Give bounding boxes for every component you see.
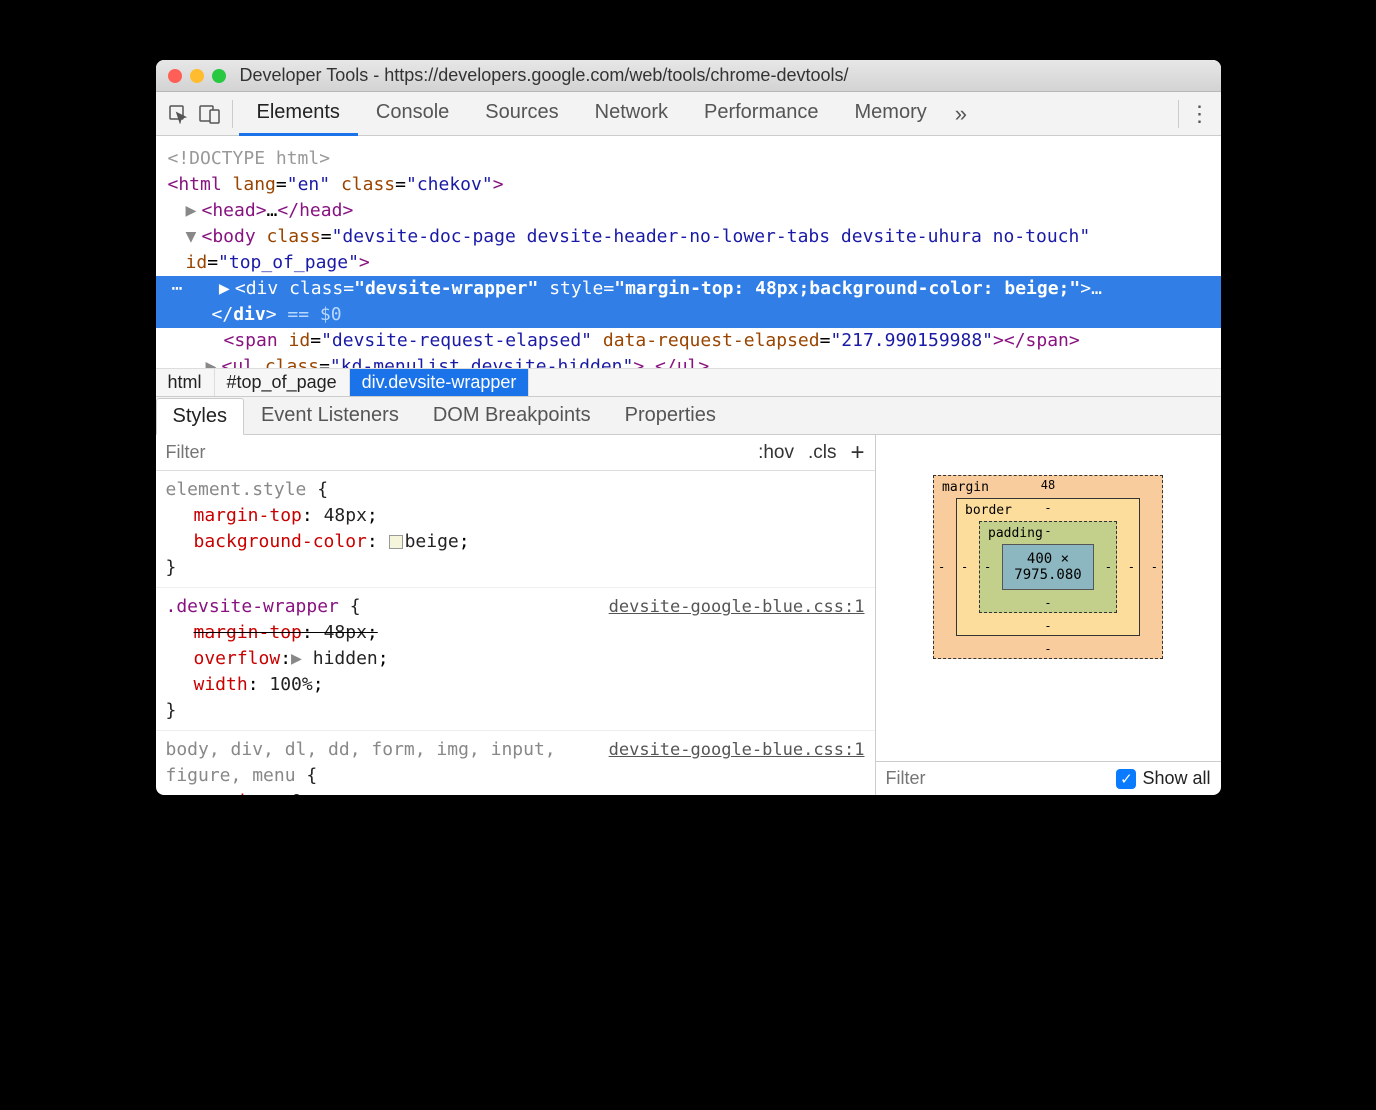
panel-tabs: Elements Console Sources Network Perform… <box>239 92 977 136</box>
hov-toggle[interactable]: :hov <box>758 442 794 464</box>
showall-checkbox[interactable]: ✓ <box>1116 769 1136 789</box>
styles-filter-input[interactable] <box>166 442 286 463</box>
tab-sources[interactable]: Sources <box>467 92 576 136</box>
subtab-styles[interactable]: Styles <box>156 398 244 435</box>
rule-element-style[interactable]: element.style { margin-top: 48px; backgr… <box>156 471 875 588</box>
breadcrumb-selected[interactable]: div.devsite-wrapper <box>350 369 530 396</box>
box-content: 400 × 7975.080 <box>1002 544 1094 590</box>
minimize-icon[interactable] <box>190 69 204 83</box>
source-link[interactable]: devsite-google-blue.css:1 <box>609 594 865 620</box>
separator <box>232 100 233 128</box>
html-open[interactable]: <html lang="en" class="chekov"> <box>168 172 1209 198</box>
tab-network[interactable]: Network <box>577 92 686 136</box>
styles-filter-row: :hov .cls + <box>156 435 875 471</box>
sidebar-tabs: Styles Event Listeners DOM Breakpoints P… <box>156 397 1221 435</box>
subtab-properties[interactable]: Properties <box>608 397 733 434</box>
window-title: Developer Tools - https://developers.goo… <box>240 65 849 86</box>
tabs-overflow-icon[interactable]: » <box>945 101 977 127</box>
tab-elements[interactable]: Elements <box>239 92 358 136</box>
subtab-dom-breakpoints[interactable]: DOM Breakpoints <box>416 397 608 434</box>
traffic-lights <box>168 69 226 83</box>
main-toolbar: Elements Console Sources Network Perform… <box>156 92 1221 136</box>
breadcrumb-body[interactable]: #top_of_page <box>215 369 350 396</box>
new-rule-icon[interactable]: + <box>850 439 864 467</box>
doctype[interactable]: <!DOCTYPE html> <box>168 146 1209 172</box>
computed-filter-input[interactable] <box>886 768 986 789</box>
computed-filter-row: ✓ Show all <box>876 761 1221 795</box>
breadcrumb-html[interactable]: html <box>156 369 215 396</box>
titlebar[interactable]: Developer Tools - https://developers.goo… <box>156 60 1221 92</box>
selected-node[interactable]: ⋯ ▶<div class="devsite-wrapper" style="m… <box>156 276 1221 328</box>
ul-node[interactable]: ▶<ul class="kd-menulist devsite-hidden">… <box>168 354 1209 368</box>
kebab-menu-icon[interactable]: ⋮ <box>1185 101 1215 127</box>
rule-devsite-wrapper[interactable]: devsite-google-blue.css:1 .devsite-wrapp… <box>156 588 875 731</box>
inspect-icon[interactable] <box>162 98 194 130</box>
cls-toggle[interactable]: .cls <box>808 442 837 464</box>
close-icon[interactable] <box>168 69 182 83</box>
breadcrumb: html #top_of_page div.devsite-wrapper <box>156 368 1221 397</box>
separator <box>1178 100 1179 128</box>
styles-pane: :hov .cls + element.style { margin-top: … <box>156 435 876 795</box>
computed-pane: margin 48 - - - border - - - - padding - <box>876 435 1221 795</box>
tab-memory[interactable]: Memory <box>837 92 945 136</box>
color-swatch[interactable] <box>389 535 403 549</box>
rule-reset[interactable]: devsite-google-blue.css:1 body, div, dl,… <box>156 731 875 795</box>
head-node[interactable]: ▶<head>…</head> <box>168 198 1209 224</box>
tab-console[interactable]: Console <box>358 92 467 136</box>
zoom-icon[interactable] <box>212 69 226 83</box>
panes: :hov .cls + element.style { margin-top: … <box>156 435 1221 795</box>
source-link[interactable]: devsite-google-blue.css:1 <box>609 737 865 763</box>
span-node[interactable]: <span id="devsite-request-elapsed" data-… <box>168 328 1209 354</box>
showall-label: Show all <box>1142 768 1210 789</box>
subtab-listeners[interactable]: Event Listeners <box>244 397 416 434</box>
box-model[interactable]: margin 48 - - - border - - - - padding - <box>933 475 1163 659</box>
tab-performance[interactable]: Performance <box>686 92 837 136</box>
device-icon[interactable] <box>194 98 226 130</box>
body-id[interactable]: id="top_of_page"> <box>168 250 1209 276</box>
dom-tree[interactable]: <!DOCTYPE html> <html lang="en" class="c… <box>156 136 1221 368</box>
devtools-window: Developer Tools - https://developers.goo… <box>156 60 1221 795</box>
body-open[interactable]: ▼<body class="devsite-doc-page devsite-h… <box>168 224 1209 250</box>
